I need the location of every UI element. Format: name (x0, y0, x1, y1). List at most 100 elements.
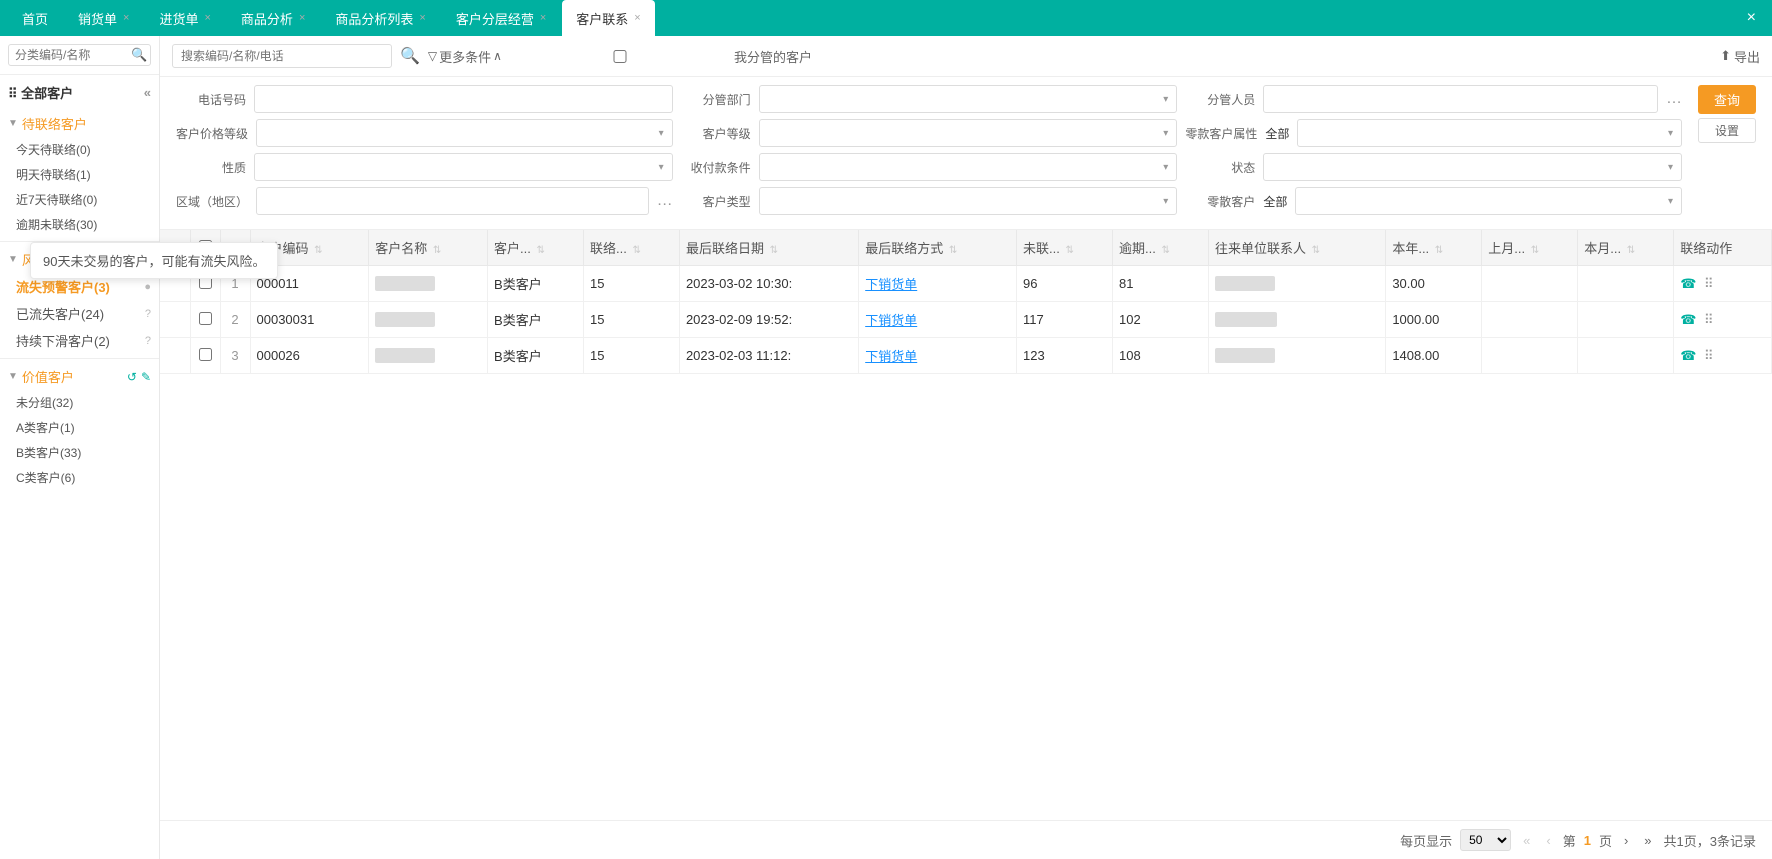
close-customer-contact-icon[interactable]: × (634, 12, 640, 24)
sidebar-item-7days[interactable]: 近7天待联络(0) (0, 187, 159, 212)
query-button[interactable]: 查询 (1698, 85, 1756, 114)
filter-nature-select[interactable]: ▾ (254, 153, 673, 181)
row-checkbox[interactable] (190, 338, 220, 374)
export-icon: ⬆ (1720, 48, 1731, 64)
filter-manager-select[interactable] (1263, 85, 1658, 113)
th-contact[interactable]: 联络... ⇅ (583, 230, 679, 266)
filter-customer-type: 客户类型 ▾ (681, 187, 1178, 215)
sidebar-item-today[interactable]: 今天待联络(0) (0, 137, 159, 162)
th-unit-contact[interactable]: 往来单位联系人 ⇅ (1208, 230, 1385, 266)
prev-page-button[interactable]: ‹ (1542, 833, 1554, 848)
sidebar-item-ungrouped[interactable]: 未分组(32) (0, 390, 159, 415)
close-window-icon[interactable]: × (1739, 9, 1764, 27)
total-info: 共1页，3条记录 (1664, 831, 1756, 850)
sidebar-item-already-churned[interactable]: 已流失客户(24) ? (0, 300, 159, 327)
close-customer-tier-icon[interactable]: × (540, 12, 546, 24)
filter-zero-attr-select[interactable]: ▾ (1297, 119, 1682, 147)
row-code: 000026 (250, 338, 369, 374)
row-last-type-link[interactable]: 下销货单 (865, 277, 917, 292)
nav-customer-tier[interactable]: 客户分层经营 × (442, 0, 560, 36)
nav-purchase[interactable]: 进货单 × (145, 0, 224, 36)
more-conditions-button[interactable]: ▽ 更多条件 ∧ (428, 47, 502, 66)
search-input[interactable] (172, 44, 392, 68)
row-last-type[interactable]: 下销货单 (859, 338, 1017, 374)
th-overdue[interactable]: 逾期... ⇅ (1113, 230, 1209, 266)
action-phone-icon[interactable]: ☎ (1680, 348, 1696, 363)
my-customers-checkbox-label[interactable]: 我分管的客户 (510, 47, 812, 66)
th-last-type[interactable]: 最后联络方式 ⇅ (859, 230, 1017, 266)
per-page-select[interactable]: 20 50 100 (1460, 829, 1511, 851)
sidebar-item-tomorrow[interactable]: 明天待联络(1) (0, 162, 159, 187)
close-purchase-icon[interactable]: × (204, 12, 210, 24)
sidebar-item-b-class[interactable]: B类客户(33) (0, 440, 159, 465)
row-action: ☎ ⠿ (1674, 338, 1772, 374)
tooltip-text: 90天未交易的客户，可能有流失风险。 (43, 254, 160, 269)
retail-arrow-icon: ▾ (1668, 196, 1673, 207)
value-group-edit-icon[interactable]: ↺ (127, 370, 137, 384)
filter-phone-input[interactable] (254, 85, 673, 113)
filter-zero-attr-value: 全部 (1265, 125, 1289, 142)
nav-product-analysis[interactable]: 商品分析 × (227, 0, 319, 36)
nav-product-analysis-list[interactable]: 商品分析列表 × (321, 0, 439, 36)
nav-sales[interactable]: 销货单 × (64, 0, 143, 36)
sidebar-item-c-class[interactable]: C类客户(6) (0, 465, 159, 490)
first-page-button[interactable]: « (1519, 833, 1534, 848)
current-page-display: 1 (1584, 833, 1591, 848)
row-checkbox[interactable] (190, 302, 220, 338)
row-last-type-link[interactable]: 下销货单 (865, 313, 917, 328)
nav-home[interactable]: 首页 (8, 0, 62, 36)
already-churned-question-icon: ? (145, 308, 151, 320)
settings-button[interactable]: 设置 (1698, 118, 1756, 143)
action-more-icon[interactable]: ⠿ (1704, 312, 1714, 327)
filter-retail-select[interactable]: ▾ (1295, 187, 1682, 215)
th-no-contact[interactable]: 未联... ⇅ (1017, 230, 1113, 266)
sidebar-group-pending[interactable]: ▼ 待联络客户 (0, 110, 159, 137)
th-type[interactable]: 客户... ⇅ (488, 230, 584, 266)
sidebar-all-customers[interactable]: ⠿ 全部客户 « (0, 75, 159, 110)
value-group-config-icon[interactable]: ✎ (141, 370, 151, 384)
filter-region-more-icon[interactable]: … (657, 192, 673, 210)
my-customers-checkbox[interactable] (510, 50, 730, 63)
sidebar-item-a-class[interactable]: A类客户(1) (0, 415, 159, 440)
zero-attr-arrow-icon: ▾ (1668, 128, 1673, 139)
th-name[interactable]: 客户名称 ⇅ (369, 230, 488, 266)
row-name: ████ (369, 338, 488, 374)
action-phone-icon[interactable]: ☎ (1680, 312, 1696, 327)
search-button[interactable]: 🔍 (400, 46, 420, 66)
sort-last-month-icon: ⇅ (1531, 245, 1539, 256)
row-last-type-link[interactable]: 下销货单 (865, 349, 917, 364)
th-this-year[interactable]: 本年... ⇅ (1386, 230, 1482, 266)
next-page-button[interactable]: › (1620, 833, 1632, 848)
filter-payment-select[interactable]: ▾ (759, 153, 1178, 181)
sidebar-item-declining[interactable]: 持续下滑客户(2) ? (0, 327, 159, 354)
filter-payment: 收付款条件 ▾ (681, 153, 1178, 181)
sidebar-item-overdue[interactable]: 逾期未联络(30) (0, 212, 159, 237)
action-phone-icon[interactable]: ☎ (1680, 276, 1696, 291)
filter-dept: 分管部门 ▾ (681, 85, 1178, 113)
sidebar-collapse-icon[interactable]: « (144, 85, 151, 100)
row-type: B类客户 (488, 302, 584, 338)
row-last-type[interactable]: 下销货单 (859, 302, 1017, 338)
filter-price-level-select[interactable]: ▾ (256, 119, 673, 147)
last-page-button[interactable]: » (1640, 833, 1655, 848)
nav-customer-contact[interactable]: 客户联系 × (562, 0, 654, 36)
filter-manager-more-icon[interactable]: … (1666, 90, 1682, 108)
th-this-month[interactable]: 本月... ⇅ (1578, 230, 1674, 266)
sidebar-group-value[interactable]: ▼ 价值客户 ↺ ✎ (0, 363, 159, 390)
sidebar-search-input[interactable] (8, 44, 151, 66)
filter-customer-type-select[interactable]: ▾ (759, 187, 1178, 215)
filter-status-select[interactable]: ▾ (1263, 153, 1682, 181)
filter-status-label: 状态 (1185, 159, 1255, 176)
filter-customer-level-select[interactable]: ▾ (759, 119, 1178, 147)
action-more-icon[interactable]: ⠿ (1704, 348, 1714, 363)
action-more-icon[interactable]: ⠿ (1704, 276, 1714, 291)
row-last-type[interactable]: 下销货单 (859, 266, 1017, 302)
filter-region-select[interactable] (256, 187, 649, 215)
filter-dept-select[interactable]: ▾ (759, 85, 1178, 113)
close-sales-icon[interactable]: × (123, 12, 129, 24)
th-last-date[interactable]: 最后联络日期 ⇅ (679, 230, 858, 266)
close-product-analysis-list-icon[interactable]: × (419, 12, 425, 24)
export-button[interactable]: ⬆ 导出 (1720, 47, 1760, 66)
close-product-analysis-icon[interactable]: × (299, 12, 305, 24)
th-last-month[interactable]: 上月... ⇅ (1482, 230, 1578, 266)
